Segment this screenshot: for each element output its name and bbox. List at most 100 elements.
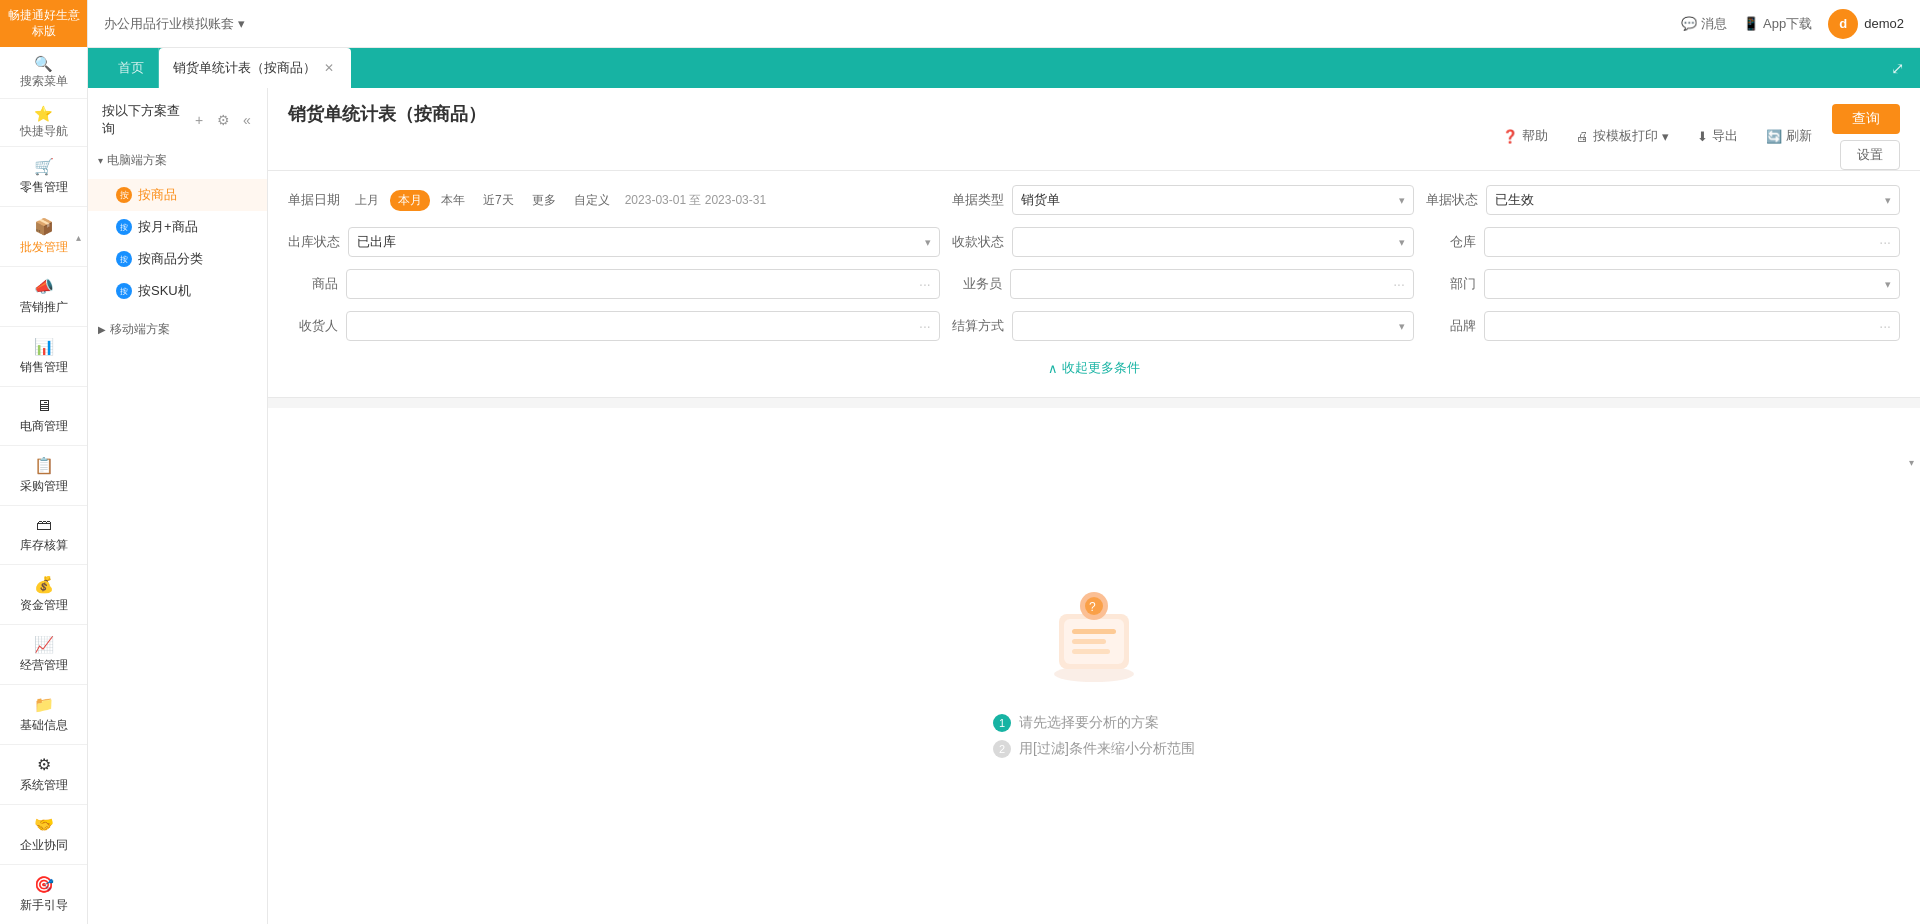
settings-icon: ⚙ [217,112,230,128]
page-title-actions: ❓ 帮助 🖨 按模板打印 ▾ ⬇ 导出 🔄 刷新 [1494,102,1900,170]
collect-status-select[interactable]: ▾ [1012,227,1414,257]
system-icon: ⚙ [37,755,51,774]
sidebar-item-ecommerce[interactable]: 🖥 电商管理 [0,387,87,446]
date-tab-more[interactable]: 更多 [525,190,563,211]
industry-selector[interactable]: 办公用品行业模拟账套 ▾ [104,15,245,33]
print-dropdown-icon: ▾ [1662,129,1669,144]
settings-button[interactable]: 设置 [1840,140,1900,170]
filter-brand: 品牌 ··· [1426,311,1900,341]
download-icon: 📱 [1743,16,1759,31]
sidebar-item-marketing[interactable]: 📣 营销推广 [0,267,87,327]
dropdown-arrow-icon: ▾ [238,16,245,31]
goods-input[interactable]: ··· [346,269,940,299]
app-download-button[interactable]: 📱 App下载 [1743,15,1812,33]
scheme-item-by-month-goods[interactable]: 按 按月+商品 [88,211,267,243]
sidebar-item-basic[interactable]: 📁 基础信息 [0,685,87,745]
refresh-button[interactable]: 🔄 刷新 [1758,123,1820,149]
brand-more-icon: ··· [1879,318,1891,334]
collapse-filter-button[interactable]: ∧ 收起更多条件 [288,353,1900,383]
warehouse-input[interactable]: ··· [1484,227,1900,257]
tab-maximize-button[interactable]: ⤢ [1885,59,1910,78]
refresh-icon: 🔄 [1766,129,1782,144]
collapse-panel-button[interactable]: « [237,110,257,130]
date-tab-this-month[interactable]: 本月 [390,190,430,211]
message-icon: 💬 [1681,16,1697,31]
filter-date: 单据日期 上月 本月 本年 近7天 更多 自定义 2023-03-01 至 20… [288,190,952,211]
goods-more-icon: ··· [919,276,931,292]
filter-row-1: 单据日期 上月 本月 本年 近7天 更多 自定义 2023-03-01 至 20… [288,185,1900,215]
sidebar-item-guide[interactable]: 🎯 新手引导 [0,865,87,924]
date-tab-7days[interactable]: 近7天 [476,190,521,211]
main-content: 办公用品行业模拟账套 ▾ 💬 消息 📱 App下载 d demo2 首页 [88,0,1920,924]
purchase-icon: 📋 [34,456,54,475]
svg-rect-3 [1072,629,1116,634]
logo-button[interactable]: 畅捷通好生意 标版 [0,0,87,47]
bill-status-arrow: ▾ [1885,194,1891,207]
export-button[interactable]: ⬇ 导出 [1689,123,1746,149]
salesperson-input[interactable]: ··· [1010,269,1414,299]
mobile-group-arrow: ▶ [98,324,106,335]
date-tab-this-year[interactable]: 本年 [434,190,472,211]
mobile-group-header[interactable]: ▶ 移动端方案 [88,315,267,344]
query-button[interactable]: 查询 [1832,104,1900,134]
sidebar-item-operations[interactable]: 📈 经营管理 [0,625,87,685]
sidebar-item-wholesale[interactable]: 📦 批发管理 ▴ [0,207,87,267]
panel-header-actions: + ⚙ « [189,110,257,130]
avatar: d [1828,9,1858,39]
right-content: 销货单统计表（按商品） ❓ 帮助 🖨 按模板打印 ▾ ⬇ 导出 [268,88,1920,924]
pc-scheme-group: ▾ 电脑端方案 按 按商品 按 按月+商品 按 按商品分类 [88,146,267,315]
by-month-icon: 按 [116,219,132,235]
out-status-select[interactable]: 已出库 ▾ [348,227,940,257]
out-status-arrow: ▾ [925,236,931,249]
help-button[interactable]: ❓ 帮助 [1494,123,1556,149]
sidebar-item-retail[interactable]: 🛒 零售管理 ▾ [0,147,87,207]
sidebar-item-system[interactable]: ⚙ 系统管理 [0,745,87,805]
filter-dept: 部门 ▾ [1426,269,1900,299]
search-menu-button[interactable]: 🔍 搜索菜单 [0,47,87,99]
scheme-item-by-category[interactable]: 按 按商品分类 [88,243,267,275]
user-profile[interactable]: d demo2 [1828,9,1904,39]
pc-group-header[interactable]: ▾ 电脑端方案 [88,146,267,175]
brand-input[interactable]: ··· [1484,311,1900,341]
sidebar-item-finance[interactable]: 💰 资金管理 [0,565,87,625]
wholesale-icon: 📦 [34,217,54,236]
pc-group-arrow: ▾ [98,155,103,166]
basic-icon: 📁 [34,695,54,714]
enterprise-icon: 🤝 [34,815,54,834]
by-goods-icon: 按 [116,187,132,203]
scheme-item-by-goods[interactable]: 按 按商品 [88,179,267,211]
header-left: 办公用品行业模拟账套 ▾ [104,15,245,33]
bill-type-select[interactable]: 销货单 ▾ [1012,185,1414,215]
tab-home[interactable]: 首页 [104,48,159,88]
add-scheme-button[interactable]: + [189,110,209,130]
date-tab-custom[interactable]: 自定义 [567,190,617,211]
dept-select[interactable]: ▾ [1484,269,1900,299]
guide-icon: 🎯 [34,875,54,894]
panel-header: 按以下方案查询 + ⚙ « [88,98,267,146]
filter-collect-status: 收款状态 ▾ [952,227,1426,257]
sidebar-item-enterprise[interactable]: 🤝 企业协同 [0,805,87,865]
bill-type-arrow: ▾ [1399,194,1405,207]
filter-row-2: 出库状态 已出库 ▾ 收款状态 ▾ 仓库 [288,227,1900,257]
empty-illustration: ? [1034,574,1154,694]
date-tab-last-month[interactable]: 上月 [348,190,386,211]
empty-state: ? 1 请先选择要分析的方案 2 用[过滤]条件来缩小分析范围 [268,408,1920,924]
tip-num-1: 1 [993,714,1011,732]
retail-icon: 🛒 [34,157,54,176]
tab-close-icon[interactable]: ✕ [322,61,336,75]
page-title-bar: 销货单统计表（按商品） ❓ 帮助 🖨 按模板打印 ▾ ⬇ 导出 [268,88,1920,171]
bill-status-select[interactable]: 已生效 ▾ [1486,185,1900,215]
sidebar-item-inventory[interactable]: 🗃 库存核算 [0,506,87,565]
scheme-settings-button[interactable]: ⚙ [213,110,233,130]
sidebar-item-purchase[interactable]: 📋 采购管理 [0,446,87,506]
message-button[interactable]: 💬 消息 [1681,15,1727,33]
print-button[interactable]: 🖨 按模板打印 ▾ [1568,123,1677,149]
tab-sales-stat[interactable]: 销货单统计表（按商品） ✕ [159,48,351,88]
sidebar-item-sales[interactable]: 📊 销售管理 [0,327,87,387]
left-panel: 按以下方案查询 + ⚙ « ▾ 电脑端方案 [88,88,268,924]
scheme-item-by-sku[interactable]: 按 按SKU机 [88,275,267,307]
settlement-select[interactable]: ▾ [1012,311,1414,341]
finance-icon: 💰 [34,575,54,594]
quick-nav-button[interactable]: ⭐ 快捷导航 [0,99,87,147]
receiver-input[interactable]: ··· [346,311,940,341]
